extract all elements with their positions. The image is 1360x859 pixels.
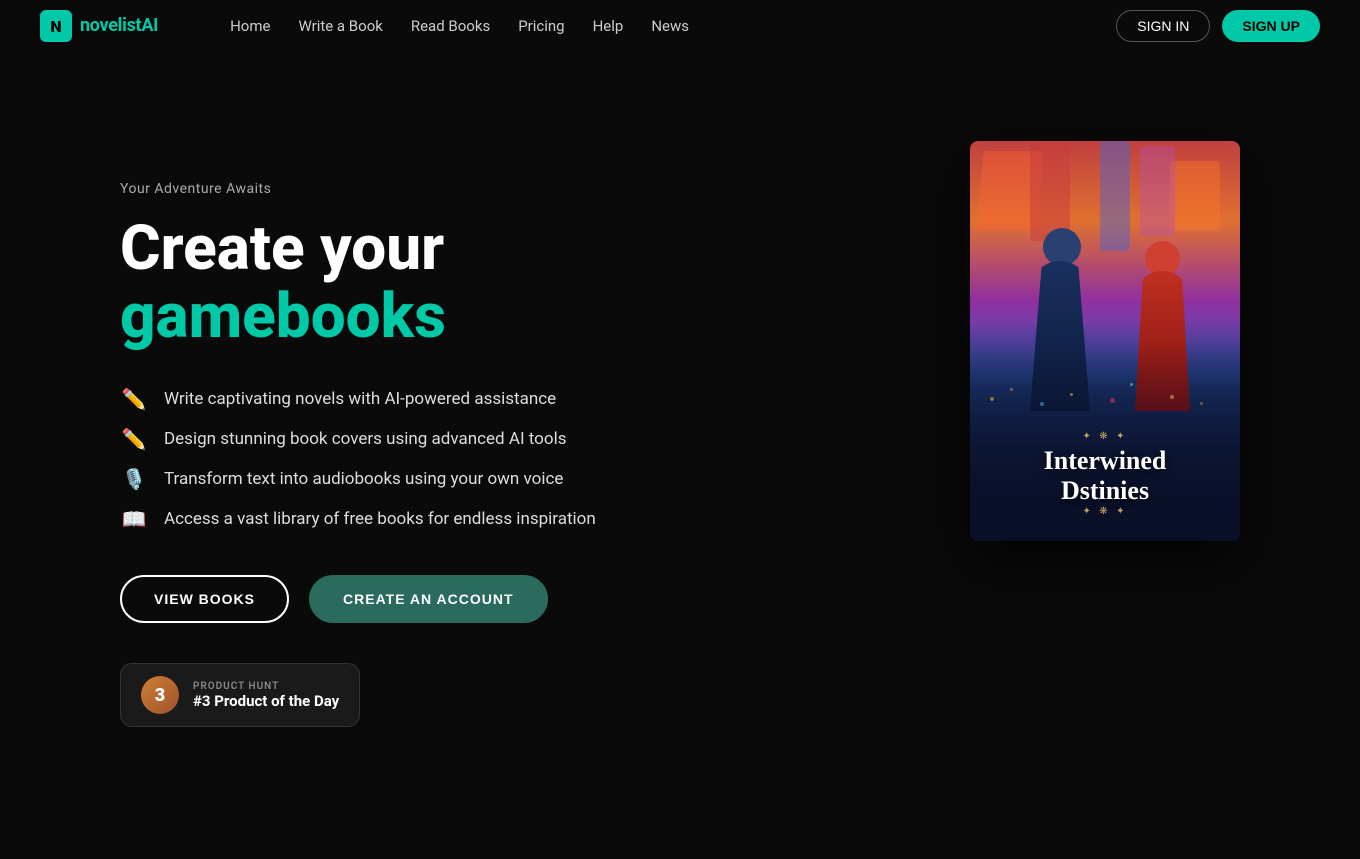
view-books-button[interactable]: VIEW BOOKS [120, 575, 289, 623]
create-account-button[interactable]: CREATE AN ACCOUNT [309, 575, 547, 623]
signin-button[interactable]: SIGN IN [1116, 10, 1210, 42]
hero-headline: Create your gamebooks [120, 215, 720, 351]
ph-medal: 3 [141, 676, 179, 714]
logo-text: novelistAI [80, 15, 158, 36]
nav-item-pricing[interactable]: Pricing [518, 17, 564, 35]
logo[interactable]: N novelistAI [40, 10, 158, 42]
hero-eyebrow: Your Adventure Awaits [120, 181, 720, 197]
feature-item-3: 📖 Access a vast library of free books fo… [120, 507, 720, 531]
feature-item-2: 🎙️ Transform text into audiobooks using … [120, 467, 720, 491]
mic-icon: 🎙️ [120, 467, 148, 491]
pencil-icon-0: ✏️ [120, 387, 148, 411]
city-building-4 [1140, 146, 1175, 236]
feature-item-0: ✏️ Write captivating novels with AI-powe… [120, 387, 720, 411]
product-hunt-badge[interactable]: 3 PRODUCT HUNT #3 Product of the Day [120, 663, 360, 727]
feature-text-2: Transform text into audiobooks using you… [164, 469, 563, 489]
book-icon: 📖 [120, 507, 148, 531]
city-building-3 [1170, 161, 1220, 231]
nav-item-home[interactable]: Home [230, 17, 270, 35]
book-cover-title: Interwined Dstinies [984, 446, 1226, 506]
feature-text-1: Design stunning book covers using advanc… [164, 429, 566, 449]
nav-item-write-a-book[interactable]: Write a Book [298, 17, 382, 35]
feature-text-0: Write captivating novels with AI-powered… [164, 389, 556, 409]
nav-right: SIGN IN SIGN UP [1116, 10, 1320, 42]
signup-button[interactable]: SIGN UP [1222, 10, 1320, 42]
hero-left: Your Adventure Awaits Create your gamebo… [120, 141, 720, 727]
ph-label: PRODUCT HUNT [193, 681, 339, 692]
nav-links: Home Write a Book Read Books Pricing Hel… [190, 0, 729, 51]
logo-icon: N [40, 10, 72, 42]
city-building-2 [1030, 141, 1070, 241]
feature-text-3: Access a vast library of free books for … [164, 509, 596, 529]
figure-head-left [1043, 228, 1081, 266]
pencil-icon-1: ✏️ [120, 427, 148, 451]
book-cover-art: ✦ ❋ ✦ Interwined Dstinies ✦ ❋ ✦ [970, 141, 1240, 541]
book-title-overlay: ✦ ❋ ✦ Interwined Dstinies ✦ ❋ ✦ [970, 415, 1240, 541]
navigation: N novelistAI Home Write a Book Read Book… [0, 0, 1360, 51]
book-cover: ✦ ❋ ✦ Interwined Dstinies ✦ ❋ ✦ [970, 141, 1240, 541]
svg-text:N: N [50, 17, 61, 36]
nav-left: N novelistAI Home Write a Book Read Book… [40, 0, 729, 51]
nav-item-read-books[interactable]: Read Books [411, 17, 490, 35]
cta-row: VIEW BOOKS CREATE AN ACCOUNT [120, 575, 720, 623]
feature-item-1: ✏️ Design stunning book covers using adv… [120, 427, 720, 451]
city-building-5 [1100, 141, 1130, 251]
features-list: ✏️ Write captivating novels with AI-powe… [120, 387, 720, 531]
flourish-top: ✦ ❋ ✦ [984, 431, 1226, 442]
flourish-bottom: ✦ ❋ ✦ [984, 506, 1226, 517]
figure-head-right [1145, 241, 1180, 276]
nav-item-news[interactable]: News [651, 17, 689, 35]
ph-text: PRODUCT HUNT #3 Product of the Day [193, 681, 339, 710]
hero-section: Your Adventure Awaits Create your gamebo… [0, 51, 1360, 787]
ph-main-text: #3 Product of the Day [193, 692, 339, 710]
nav-item-help[interactable]: Help [593, 17, 624, 35]
hero-right: ✦ ❋ ✦ Interwined Dstinies ✦ ❋ ✦ [970, 141, 1240, 541]
